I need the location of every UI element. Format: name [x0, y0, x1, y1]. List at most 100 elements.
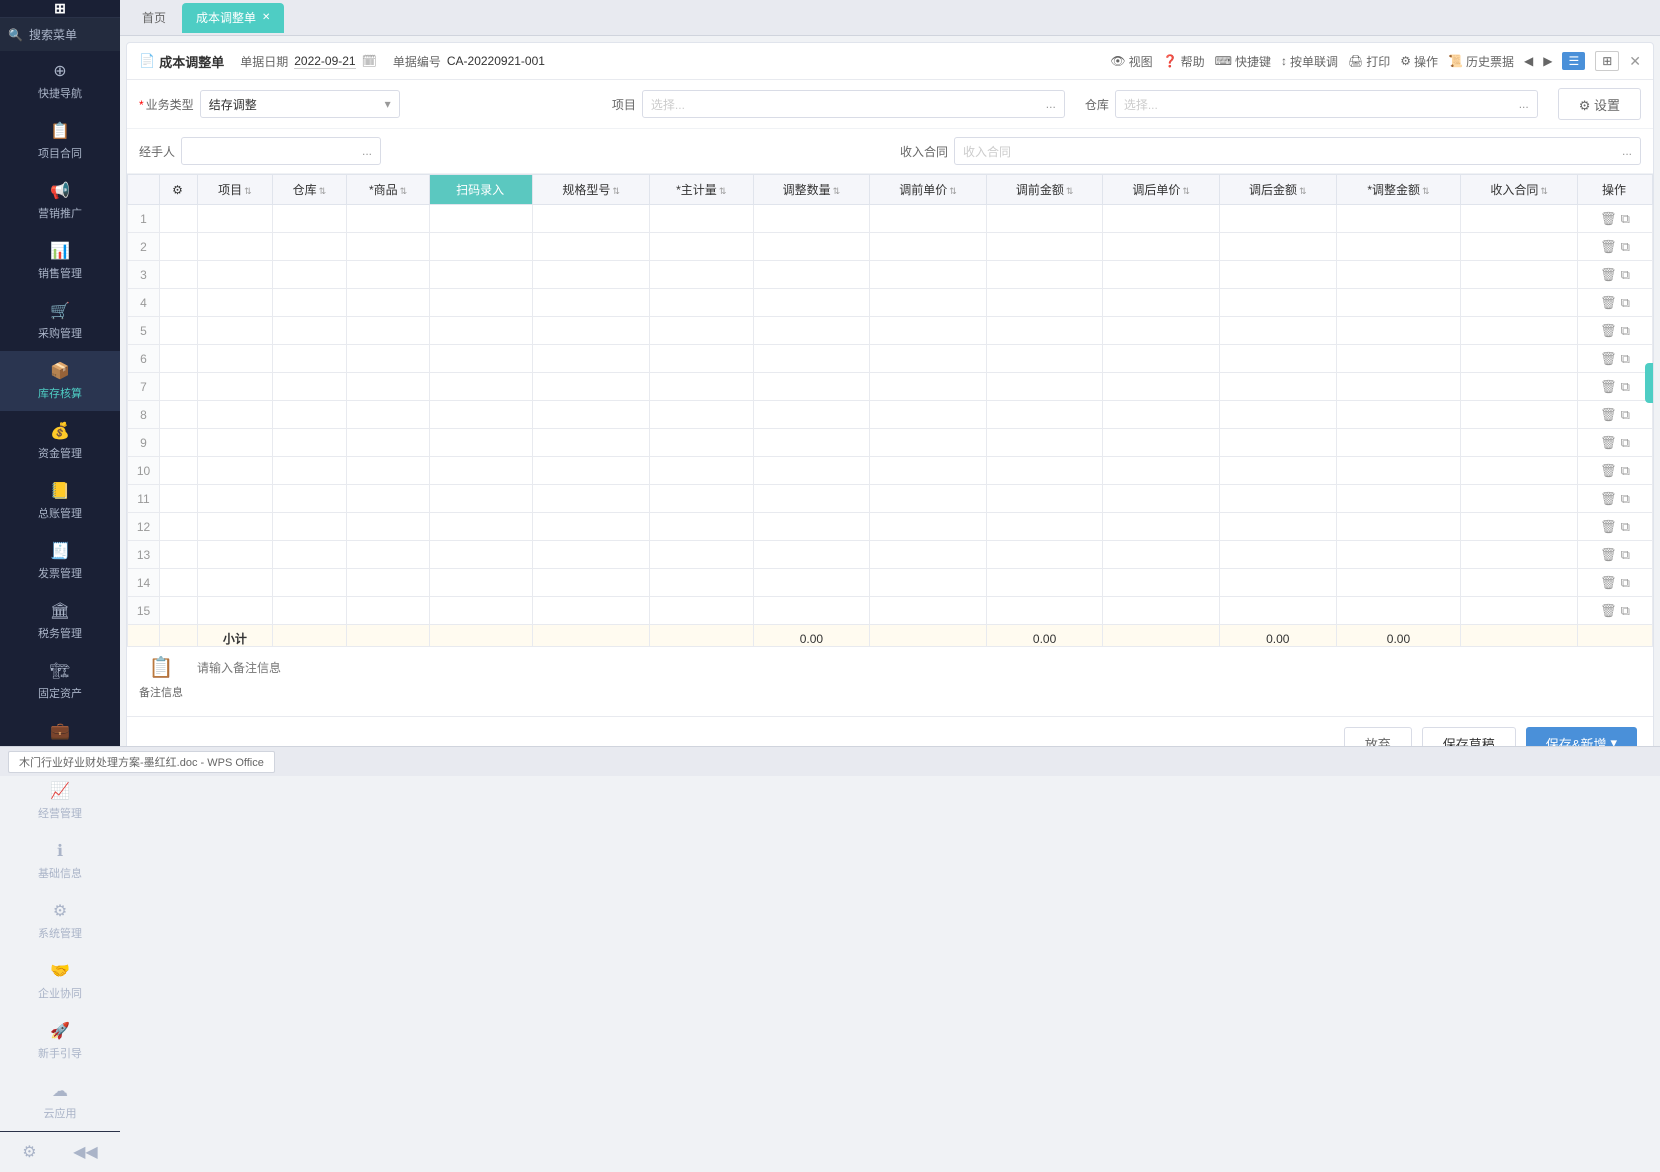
copy-row-btn[interactable]: ⧉ — [1621, 323, 1630, 339]
cell-warehouse[interactable] — [272, 345, 347, 373]
cell-unit[interactable] — [649, 513, 753, 541]
notes-input[interactable] — [193, 655, 1641, 705]
cell-adj_amount[interactable] — [1336, 261, 1461, 289]
cell-adj_qty[interactable] — [753, 597, 870, 625]
sidebar-item-quick-nav[interactable]: ⊕快捷导航 — [0, 51, 120, 111]
cell-product[interactable] — [347, 401, 430, 429]
cell-after_unit_price[interactable] — [1103, 205, 1220, 233]
cell-prev_unit_price[interactable] — [870, 457, 987, 485]
cell-income_contract[interactable] — [1461, 513, 1578, 541]
tab-close-icon[interactable]: ✕ — [262, 12, 270, 23]
cell-unit[interactable] — [649, 289, 753, 317]
cell-spec[interactable] — [533, 261, 650, 289]
delete-row-btn[interactable]: 🗑 — [1600, 295, 1617, 311]
cell-scan[interactable] — [429, 401, 532, 429]
delete-row-btn[interactable]: 🗑 — [1600, 519, 1617, 535]
cell-after_amount[interactable] — [1219, 569, 1336, 597]
cell-warehouse[interactable] — [272, 233, 347, 261]
cell-product[interactable] — [347, 597, 430, 625]
cell-prev_amount[interactable] — [986, 261, 1103, 289]
copy-row-btn[interactable]: ⧉ — [1621, 211, 1630, 227]
cell-product[interactable] — [347, 541, 430, 569]
cell-project[interactable] — [198, 345, 273, 373]
sidebar-item-corp-agreement[interactable]: 🤝企业协同 — [0, 951, 120, 1011]
cell-project[interactable] — [198, 261, 273, 289]
warehouse-input[interactable]: 选择... ... — [1115, 90, 1538, 118]
cell-product[interactable] — [347, 289, 430, 317]
collapse-icon[interactable]: ◀◀ — [73, 1142, 98, 1162]
sidebar-item-ledger-mgmt[interactable]: 📒总账管理 — [0, 471, 120, 531]
cell-income_contract[interactable] — [1461, 401, 1578, 429]
cell-after_amount[interactable] — [1219, 233, 1336, 261]
cell-spec[interactable] — [533, 457, 650, 485]
cell-spec[interactable] — [533, 569, 650, 597]
cell-prev_amount[interactable] — [986, 345, 1103, 373]
cell-product[interactable] — [347, 373, 430, 401]
cell-income_contract[interactable] — [1461, 597, 1578, 625]
history-btn[interactable]: 📜 历史票据 — [1448, 53, 1514, 70]
delete-row-btn[interactable]: 🗑 — [1600, 379, 1617, 395]
cell-after_unit_price[interactable] — [1103, 429, 1220, 457]
cell-product[interactable] — [347, 233, 430, 261]
cell-after_amount[interactable] — [1219, 261, 1336, 289]
col-settings[interactable]: ⚙ — [160, 175, 198, 205]
cell-prev_unit_price[interactable] — [870, 345, 987, 373]
copy-row-btn[interactable]: ⧉ — [1621, 463, 1630, 479]
cell-spec[interactable] — [533, 401, 650, 429]
cell-income_contract[interactable] — [1461, 289, 1578, 317]
scroll-indicator[interactable] — [1645, 363, 1653, 403]
cell-adj_amount[interactable] — [1336, 345, 1461, 373]
cell-prev_amount[interactable] — [986, 289, 1103, 317]
cell-scan[interactable] — [429, 485, 532, 513]
cell-scan[interactable] — [429, 569, 532, 597]
cell-adj_qty[interactable] — [753, 289, 870, 317]
sidebar-item-project-contract[interactable]: 📋项目合同 — [0, 111, 120, 171]
cell-project[interactable] — [198, 457, 273, 485]
cell-settings[interactable] — [160, 541, 198, 569]
cell-income_contract[interactable] — [1461, 317, 1578, 345]
cell-unit[interactable] — [649, 485, 753, 513]
cell-spec[interactable] — [533, 345, 650, 373]
cell-settings[interactable] — [160, 345, 198, 373]
cell-after_amount[interactable] — [1219, 429, 1336, 457]
cell-product[interactable] — [347, 261, 430, 289]
cell-after_unit_price[interactable] — [1103, 485, 1220, 513]
cell-product[interactable] — [347, 457, 430, 485]
cell-adj_amount[interactable] — [1336, 233, 1461, 261]
cell-adj_amount[interactable] — [1336, 485, 1461, 513]
sidebar-item-purchase-mgmt[interactable]: 🛒采购管理 — [0, 291, 120, 351]
cell-warehouse[interactable] — [272, 317, 347, 345]
copy-row-btn[interactable]: ⧉ — [1621, 239, 1630, 255]
delete-row-btn[interactable]: 🗑 — [1600, 547, 1617, 563]
cell-after_amount[interactable] — [1219, 401, 1336, 429]
cell-prev_amount[interactable] — [986, 233, 1103, 261]
cell-adj_qty[interactable] — [753, 205, 870, 233]
help-btn[interactable]: ❓ 帮助 — [1163, 53, 1205, 70]
cell-adj_qty[interactable] — [753, 569, 870, 597]
cell-spec[interactable] — [533, 205, 650, 233]
cell-product[interactable] — [347, 485, 430, 513]
settings-icon[interactable]: ⚙ — [22, 1142, 36, 1162]
cell-project[interactable] — [198, 373, 273, 401]
cell-adj_qty[interactable] — [753, 373, 870, 401]
sidebar-item-operations-mgmt[interactable]: 📈经营管理 — [0, 771, 120, 831]
cell-unit[interactable] — [649, 401, 753, 429]
cell-income_contract[interactable] — [1461, 569, 1578, 597]
cell-after_amount[interactable] — [1219, 513, 1336, 541]
sidebar-item-invoice-mgmt[interactable]: 🧾发票管理 — [0, 531, 120, 591]
cell-prev_unit_price[interactable] — [870, 205, 987, 233]
cell-project[interactable] — [198, 513, 273, 541]
copy-row-btn[interactable]: ⧉ — [1621, 295, 1630, 311]
cell-after_amount[interactable] — [1219, 289, 1336, 317]
cell-settings[interactable] — [160, 373, 198, 401]
cell-settings[interactable] — [160, 429, 198, 457]
sidebar-item-fixed-assets[interactable]: 🏗固定资产 — [0, 651, 120, 711]
cell-settings[interactable] — [160, 289, 198, 317]
delete-row-btn[interactable]: 🗑 — [1600, 435, 1617, 451]
cell-prev_amount[interactable] — [986, 513, 1103, 541]
cell-after_amount[interactable] — [1219, 317, 1336, 345]
cell-spec[interactable] — [533, 233, 650, 261]
cell-settings[interactable] — [160, 569, 198, 597]
cell-prev_amount[interactable] — [986, 317, 1103, 345]
cell-income_contract[interactable] — [1461, 429, 1578, 457]
